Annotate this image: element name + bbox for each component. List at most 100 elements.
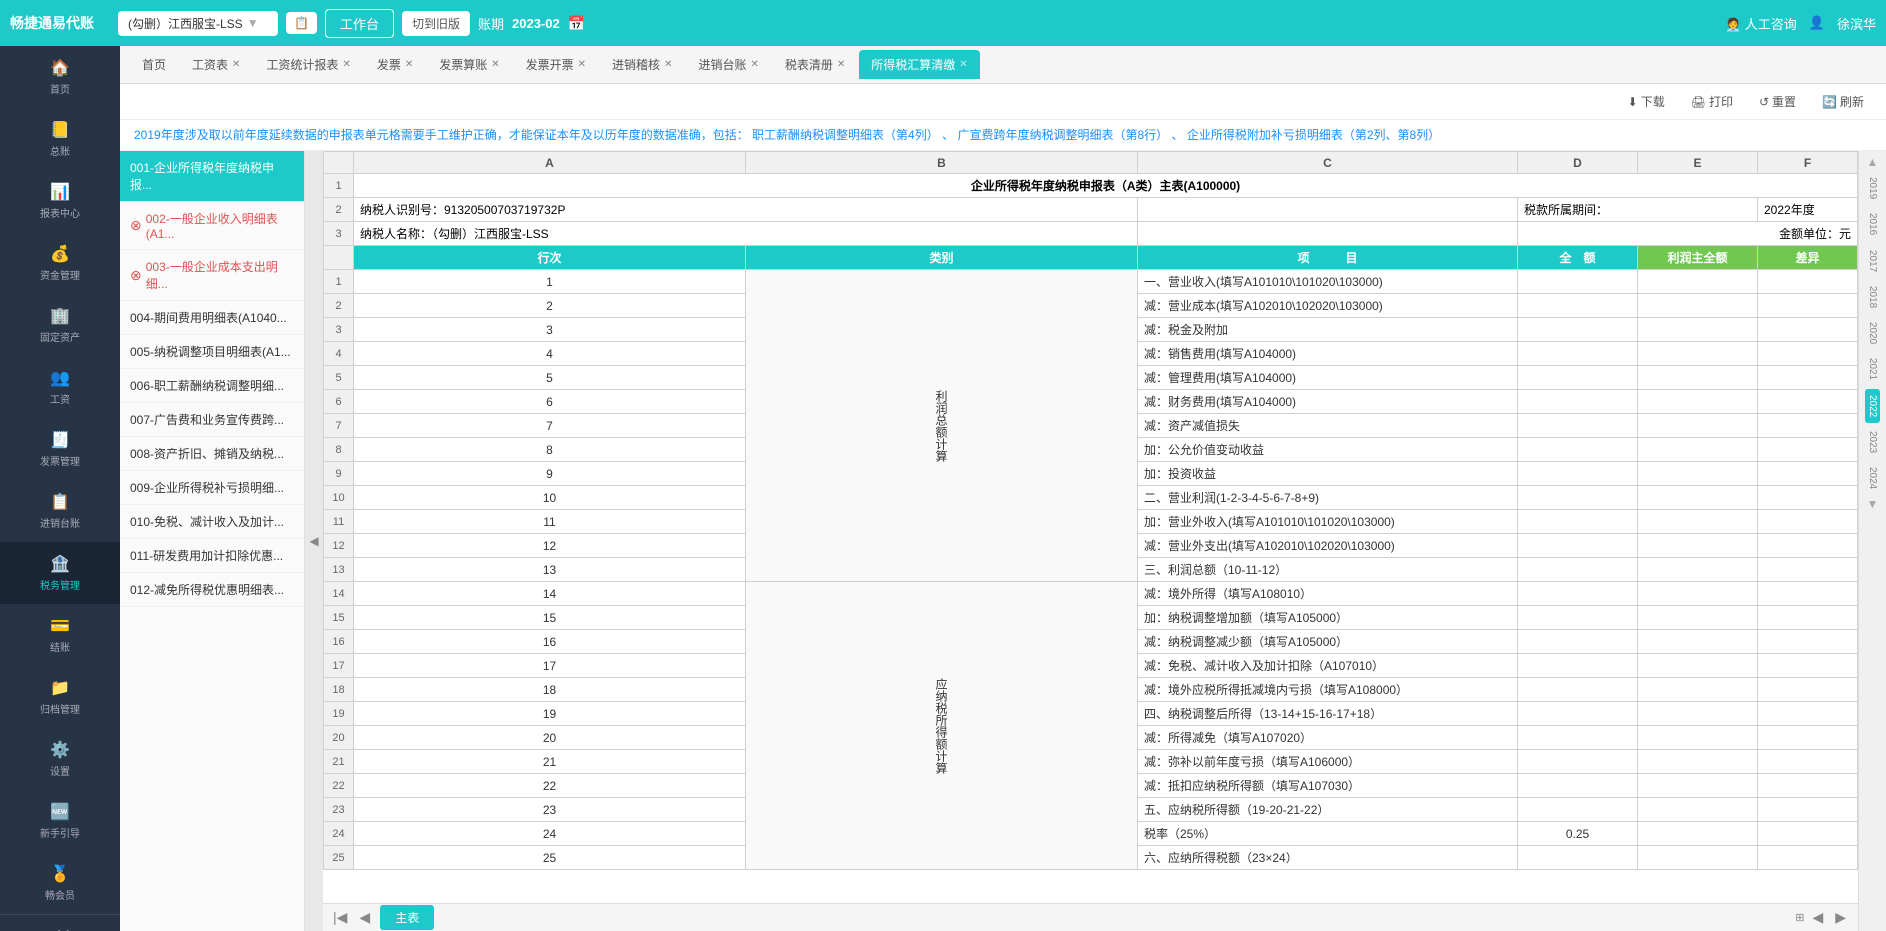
tab-close-invoice[interactable]: ✕ (405, 59, 413, 70)
tab-home[interactable]: 首页 (130, 50, 178, 79)
switch-old-button[interactable]: 切到旧版 (402, 11, 470, 36)
amount-cell-0[interactable] (1518, 270, 1638, 294)
profit-cell-24[interactable] (1638, 846, 1758, 870)
timeline-year-2016[interactable]: 2016 (1865, 207, 1880, 241)
refresh-button[interactable]: 🔄 刷新 (1814, 90, 1872, 113)
sidebar-item-member[interactable]: 🏅畅会员 (0, 852, 120, 914)
diff-cell-7[interactable] (1758, 438, 1858, 462)
tab-payroll-table[interactable]: 工资表✕ (180, 50, 252, 79)
diff-cell-4[interactable] (1758, 366, 1858, 390)
workbench-button[interactable]: 工作台 (325, 9, 394, 38)
left-nav-item-005[interactable]: 005-纳税调整项目明细表(A1... (120, 335, 304, 369)
amount-cell-1[interactable] (1518, 294, 1638, 318)
copy-icon-btn[interactable]: 📋 (286, 12, 317, 34)
amount-cell-10[interactable] (1518, 510, 1638, 534)
reset-button[interactable]: ↺ 重置 (1751, 90, 1804, 113)
print-button[interactable]: 🖨 打印 (1683, 90, 1741, 113)
calendar-icon[interactable]: 📅 (568, 15, 585, 32)
diff-cell-21[interactable] (1758, 774, 1858, 798)
tab-close-sales-verify[interactable]: ✕ (664, 59, 672, 70)
diff-cell-10[interactable] (1758, 510, 1858, 534)
profit-cell-17[interactable] (1638, 678, 1758, 702)
profit-cell-16[interactable] (1638, 654, 1758, 678)
warning-link-1[interactable]: 职工薪酬纳税调整明细表（第4列） (752, 128, 939, 142)
amount-cell-18[interactable] (1518, 702, 1638, 726)
sidebar-item-report-center[interactable]: 📊报表中心 (0, 170, 120, 232)
timeline-year-2022[interactable]: 2022 (1865, 389, 1880, 423)
sidebar-pin-toggle[interactable]: ◀◀ 取消固定 (0, 915, 120, 931)
timeline-arrow-down[interactable]: ▼ (1867, 497, 1879, 511)
tab-close-sales-ledger[interactable]: ✕ (750, 59, 758, 70)
timeline-down[interactable]: ▶ (1831, 907, 1850, 928)
tab-close-payroll-table[interactable]: ✕ (232, 59, 240, 70)
left-nav-item-011[interactable]: 011-研发费用加计扣除优惠... (120, 539, 304, 573)
amount-cell-7[interactable] (1518, 438, 1638, 462)
timeline-year-2017[interactable]: 2017 (1865, 244, 1880, 278)
amount-cell-9[interactable] (1518, 486, 1638, 510)
profit-cell-0[interactable] (1638, 270, 1758, 294)
tab-close-invoice-calc[interactable]: ✕ (491, 59, 499, 70)
tab-close-payroll-stats[interactable]: ✕ (342, 59, 350, 70)
tab-sales-ledger[interactable]: 进销台账✕ (686, 50, 770, 79)
table-wrapper[interactable]: A B C D E F 1 (323, 151, 1858, 903)
diff-cell-0[interactable] (1758, 270, 1858, 294)
company-selector[interactable]: (勾删）江西服宝-LSS ▼ (118, 11, 278, 36)
ai-service-btn[interactable]: 🧑‍💼 人工咨询 (1725, 14, 1797, 33)
timeline-year-2020[interactable]: 2020 (1865, 316, 1880, 350)
profit-cell-21[interactable] (1638, 774, 1758, 798)
left-nav-item-002[interactable]: ⊗002-一般企业收入明细表(A1... (120, 202, 304, 250)
left-nav-item-001[interactable]: 001-企业所得税年度纳税申报... (120, 151, 304, 202)
profit-cell-22[interactable] (1638, 798, 1758, 822)
timeline-year-2018[interactable]: 2018 (1865, 280, 1880, 314)
diff-cell-15[interactable] (1758, 630, 1858, 654)
timeline-year-2019[interactable]: 2019 (1865, 171, 1880, 205)
amount-cell-5[interactable] (1518, 390, 1638, 414)
sidebar-item-invoice-mgmt[interactable]: 🧾发票管理 (0, 418, 120, 480)
profit-cell-6[interactable] (1638, 414, 1758, 438)
sidebar-item-fund-mgmt[interactable]: 💰资金管理 (0, 232, 120, 294)
tab-sales-verify[interactable]: 进销稽核✕ (600, 50, 684, 79)
sidebar-item-payroll[interactable]: 👥工资 (0, 356, 120, 418)
sidebar-item-tax-mgmt[interactable]: 🏦税务管理 (0, 542, 120, 604)
sidebar-item-home[interactable]: 🏠首页 (0, 46, 120, 108)
profit-cell-23[interactable] (1638, 822, 1758, 846)
profit-cell-2[interactable] (1638, 318, 1758, 342)
diff-cell-3[interactable] (1758, 342, 1858, 366)
sidebar-item-fixed-assets[interactable]: 🏢固定资产 (0, 294, 120, 356)
timeline-arrow-up[interactable]: ▲ (1867, 155, 1879, 169)
collapse-button[interactable]: ◀ (305, 151, 323, 931)
diff-cell-13[interactable] (1758, 582, 1858, 606)
left-nav-item-007[interactable]: 007-广告费和业务宣传费跨... (120, 403, 304, 437)
diff-cell-24[interactable] (1758, 846, 1858, 870)
left-nav-item-003[interactable]: ⊗003-一般企业成本支出明细... (120, 250, 304, 301)
amount-cell-2[interactable] (1518, 318, 1638, 342)
tab-close-income-tax-calc[interactable]: ✕ (959, 59, 967, 70)
profit-cell-7[interactable] (1638, 438, 1758, 462)
left-nav-item-008[interactable]: 008-资产折旧、摊销及纳税... (120, 437, 304, 471)
amount-cell-21[interactable] (1518, 774, 1638, 798)
timeline-year-2021[interactable]: 2021 (1865, 352, 1880, 386)
amount-cell-20[interactable] (1518, 750, 1638, 774)
amount-cell-15[interactable] (1518, 630, 1638, 654)
sidebar-item-sales-ledger[interactable]: 📋进销台账 (0, 480, 120, 542)
diff-cell-18[interactable] (1758, 702, 1858, 726)
profit-cell-9[interactable] (1638, 486, 1758, 510)
amount-cell-4[interactable] (1518, 366, 1638, 390)
sidebar-item-archive-mgmt[interactable]: 📁归档管理 (0, 666, 120, 728)
sidebar-item-new-guide[interactable]: 🆕新手引导 (0, 790, 120, 852)
left-nav-item-006[interactable]: 006-职工薪酬纳税调整明细... (120, 369, 304, 403)
download-button[interactable]: ⬇ 下载 (1620, 90, 1673, 113)
timeline-up[interactable]: ◀ (1808, 907, 1827, 928)
profit-cell-10[interactable] (1638, 510, 1758, 534)
tab-close-tax-clearance[interactable]: ✕ (837, 59, 845, 70)
amount-cell-8[interactable] (1518, 462, 1638, 486)
profit-cell-12[interactable] (1638, 558, 1758, 582)
profit-cell-13[interactable] (1638, 582, 1758, 606)
diff-cell-12[interactable] (1758, 558, 1858, 582)
diff-cell-6[interactable] (1758, 414, 1858, 438)
tab-invoice-calc[interactable]: 发票算账✕ (427, 50, 511, 79)
diff-cell-8[interactable] (1758, 462, 1858, 486)
tab-invoice[interactable]: 发票✕ (365, 50, 425, 79)
profit-cell-3[interactable] (1638, 342, 1758, 366)
diff-cell-1[interactable] (1758, 294, 1858, 318)
